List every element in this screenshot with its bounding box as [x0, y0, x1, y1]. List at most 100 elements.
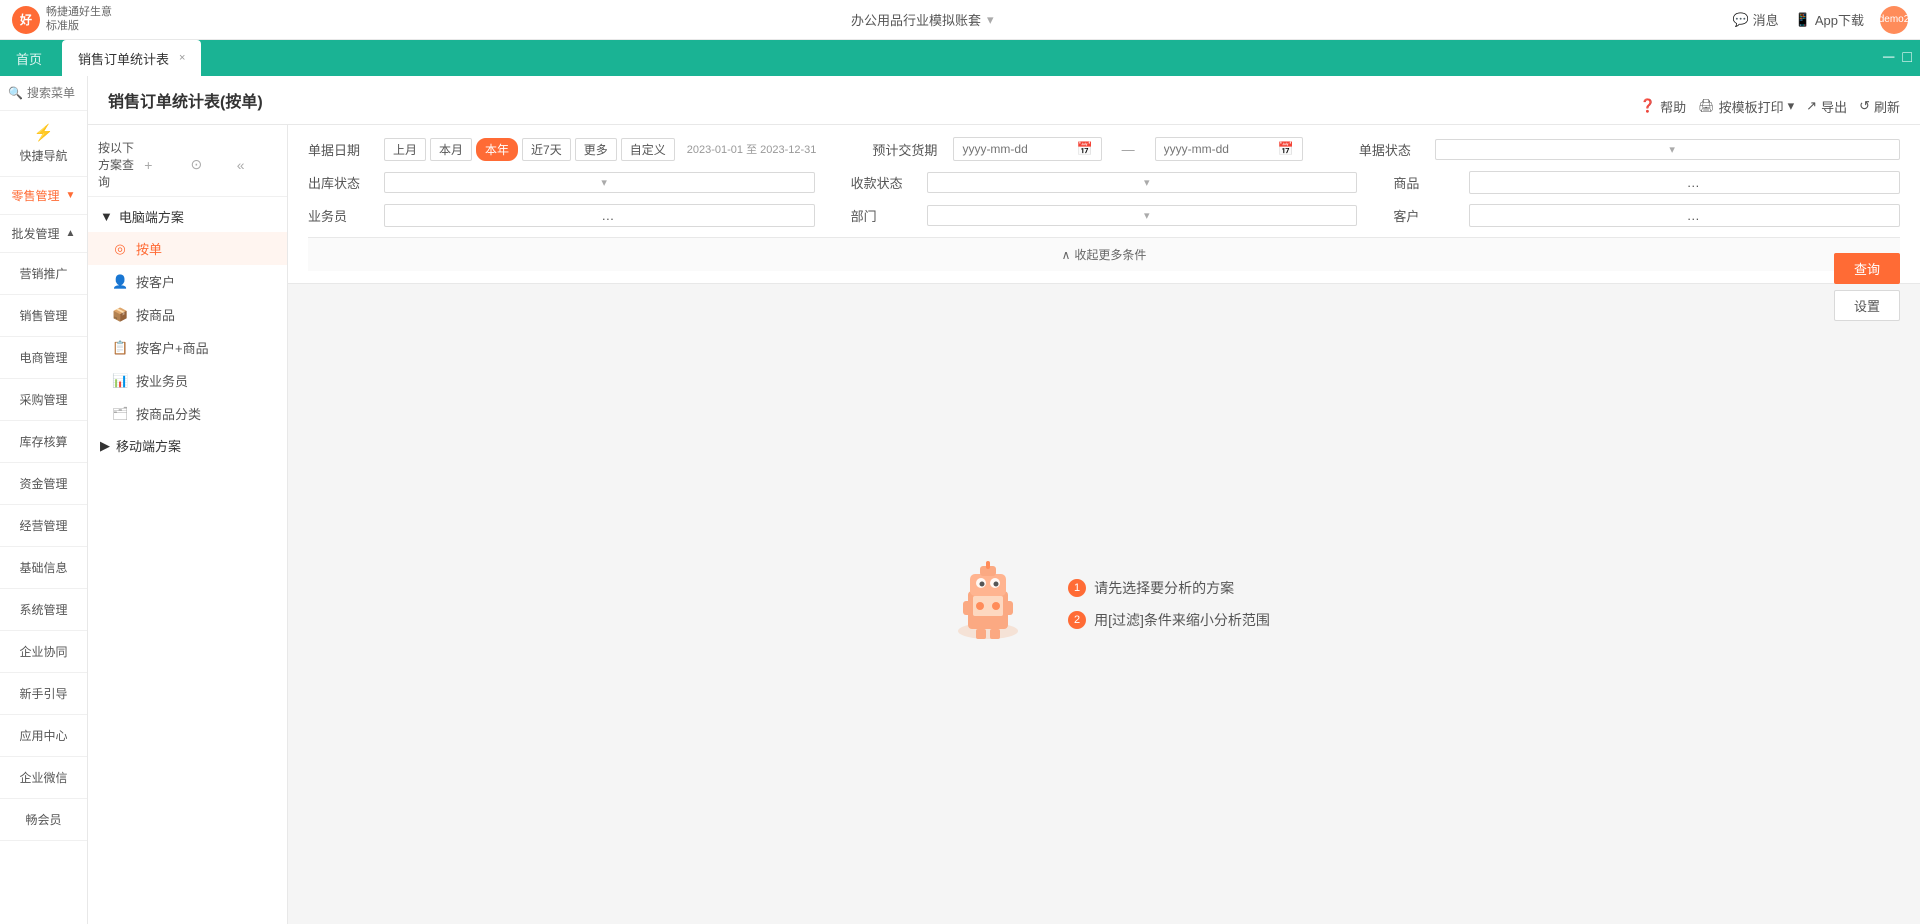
salesperson-more-icon[interactable]: …	[597, 208, 805, 223]
sidebar: 🔍 ⚡ 快捷导航 零售管理 ▼ 批发管理 ▲ 营销推广 销售管理 电商管理 采购…	[0, 76, 88, 924]
hint-row-2: 2 用[过滤]条件来缩小分析范围	[1068, 610, 1270, 630]
date-btn-this-month[interactable]: 本月	[430, 138, 472, 161]
content-area: 销售订单统计表(按单) ❓ 帮助 🖨 按模板打印 ▾ ↗ 导出 ↺ 刷新	[88, 76, 1920, 924]
sidebar-item-retail[interactable]: 零售管理 ▼	[0, 177, 87, 215]
scheme-item-by-category[interactable]: 🗂 按商品分类	[88, 397, 287, 430]
panel-toolbar: 按以下方案查询 + ⊙ «	[88, 133, 287, 197]
tab-home[interactable]: 首页	[0, 40, 58, 76]
sidebar-item-inventory[interactable]: 库存核算	[0, 421, 87, 463]
department-select[interactable]: ▾	[927, 205, 1358, 226]
search-input[interactable]	[27, 86, 77, 100]
sidebar-item-member[interactable]: 畅会员	[0, 799, 87, 841]
scheme-user-icon: 👤	[112, 274, 128, 290]
sidebar-item-wechat[interactable]: 企业微信	[0, 757, 87, 799]
main-layout: 🔍 ⚡ 快捷导航 零售管理 ▼ 批发管理 ▲ 营销推广 销售管理 电商管理 采购…	[0, 76, 1920, 924]
sidebar-item-wholesale[interactable]: 批发管理 ▲	[0, 215, 87, 253]
filter-row-1: 单据日期 上月 本月 本年 近7天 更多 自定义 2023-01-01 至 20…	[308, 137, 1900, 161]
sidebar-item-sales[interactable]: 销售管理	[0, 295, 87, 337]
app-download-button[interactable]: 📱 App下载	[1795, 10, 1864, 29]
action-buttons: 查询 设置	[1834, 253, 1900, 321]
help-icon: ❓	[1640, 98, 1656, 114]
scheme-item-by-salesperson[interactable]: 📊 按业务员	[88, 364, 287, 397]
logo-text: 畅捷通好生意 标准版	[46, 6, 112, 32]
date-btn-7days[interactable]: 近7天	[522, 138, 571, 161]
out-status-select[interactable]: ▾	[384, 172, 815, 193]
sidebar-item-finance[interactable]: 资金管理	[0, 463, 87, 505]
dropdown-icon[interactable]: ▾	[987, 12, 994, 28]
quicknav-icon: ⚡	[34, 123, 54, 143]
date-label: 单据日期	[308, 140, 368, 159]
tab-sales-summary[interactable]: 销售订单统计表 ×	[62, 40, 201, 76]
salesperson-select[interactable]: …	[384, 204, 815, 227]
department-label: 部门	[851, 206, 911, 225]
goods-select[interactable]: …	[1469, 171, 1900, 194]
date-btn-this-year[interactable]: 本年	[476, 138, 518, 161]
logo-area: 好 畅捷通好生意 标准版	[12, 6, 112, 34]
pay-status-select[interactable]: ▾	[927, 172, 1358, 193]
scheme-item-by-goods[interactable]: 📦 按商品	[88, 298, 287, 331]
page-actions: ❓ 帮助 🖨 按模板打印 ▾ ↗ 导出 ↺ 刷新	[1640, 97, 1900, 116]
export-icon: ↗	[1806, 98, 1817, 114]
expected-date-start-input[interactable]	[962, 142, 1072, 156]
sidebar-item-appcenter[interactable]: 应用中心	[0, 715, 87, 757]
refresh-button[interactable]: ↺ 刷新	[1859, 97, 1900, 116]
avatar[interactable]: demo2	[1880, 6, 1908, 34]
empty-state: 1 请先选择要分析的方案 2 用[过滤]条件来缩小分析范围	[938, 546, 1270, 662]
customer-more-icon[interactable]: …	[1683, 208, 1891, 223]
expected-date-end-input[interactable]	[1164, 142, 1274, 156]
date-btn-custom[interactable]: 自定义	[621, 138, 675, 161]
sidebar-item-basics[interactable]: 基础信息	[0, 547, 87, 589]
expected-date-label: 预计交货期	[872, 140, 937, 159]
filter-row-3: 业务员 … 部门 ▾ 客户 …	[308, 204, 1900, 227]
date-btn-last-month[interactable]: 上月	[384, 138, 426, 161]
scheme-table-icon: 📋	[112, 340, 128, 356]
collapse-icon: ∧	[1062, 248, 1071, 262]
calendar-start-icon[interactable]: 📅	[1076, 141, 1092, 157]
search-menu[interactable]: 🔍	[0, 76, 87, 111]
pc-group-title[interactable]: ▼ 电脑端方案	[88, 201, 287, 232]
filter-area: 单据日期 上月 本月 本年 近7天 更多 自定义 2023-01-01 至 20…	[288, 125, 1920, 284]
top-bar: 好 畅捷通好生意 标准版 办公用品行业模拟账套 ▾ 💬 消息 📱 App下载 d…	[0, 0, 1920, 40]
help-button[interactable]: ❓ 帮助	[1640, 97, 1686, 116]
sidebar-item-ecommerce[interactable]: 电商管理	[0, 337, 87, 379]
scheme-item-by-order[interactable]: ◎ 按单	[88, 232, 287, 265]
sidebar-item-quicknav[interactable]: ⚡ 快捷导航	[0, 111, 87, 177]
scheme-folder-icon: 🗂	[112, 406, 128, 422]
add-scheme-button[interactable]: +	[144, 157, 184, 173]
message-icon: 💬	[1732, 12, 1748, 28]
customer-select[interactable]: …	[1469, 204, 1900, 227]
print-button[interactable]: 🖨 按模板打印 ▾	[1698, 97, 1794, 116]
expected-date-start[interactable]: 📅	[953, 137, 1101, 161]
scheme-settings-button[interactable]: ⊙	[191, 156, 231, 173]
status-select[interactable]: ▾	[1435, 139, 1900, 160]
collapse-panel-button[interactable]: «	[237, 157, 277, 173]
tab-minimize-button[interactable]: ─	[1883, 49, 1894, 67]
customer-label: 客户	[1393, 206, 1453, 225]
sidebar-item-marketing[interactable]: 营销推广	[0, 253, 87, 295]
tab-bar-right: ─ □	[1883, 49, 1920, 67]
salesperson-label: 业务员	[308, 206, 368, 225]
expected-date-end[interactable]: 📅	[1155, 137, 1303, 161]
sidebar-item-operations[interactable]: 经营管理	[0, 505, 87, 547]
message-button[interactable]: 💬 消息	[1732, 10, 1778, 29]
sidebar-item-purchase[interactable]: 采购管理	[0, 379, 87, 421]
sidebar-item-system[interactable]: 系统管理	[0, 589, 87, 631]
date-btn-more[interactable]: 更多	[575, 138, 617, 161]
scheme-item-by-customer[interactable]: 👤 按客户	[88, 265, 287, 298]
mobile-group-arrow: ▶	[100, 438, 110, 454]
mobile-group-title[interactable]: ▶ 移动端方案	[88, 430, 287, 461]
goods-more-icon[interactable]: …	[1683, 175, 1891, 190]
sidebar-item-newbie[interactable]: 新手引导	[0, 673, 87, 715]
settings-button[interactable]: 设置	[1834, 290, 1900, 321]
chevron-up-icon: ▲	[66, 228, 76, 239]
export-button[interactable]: ↗ 导出	[1806, 97, 1847, 116]
scheme-radio-icon: ◎	[112, 241, 128, 257]
app-title: 办公用品行业模拟账套	[851, 10, 981, 29]
tab-maximize-button[interactable]: □	[1902, 49, 1912, 67]
scheme-item-by-customer-goods[interactable]: 📋 按客户+商品	[88, 331, 287, 364]
collapse-filter-button[interactable]: ∧ 收起更多条件	[308, 237, 1900, 271]
calendar-end-icon[interactable]: 📅	[1278, 141, 1294, 157]
sidebar-item-enterprise[interactable]: 企业协同	[0, 631, 87, 673]
query-button[interactable]: 查询	[1834, 253, 1900, 284]
tab-close-icon[interactable]: ×	[179, 52, 185, 64]
